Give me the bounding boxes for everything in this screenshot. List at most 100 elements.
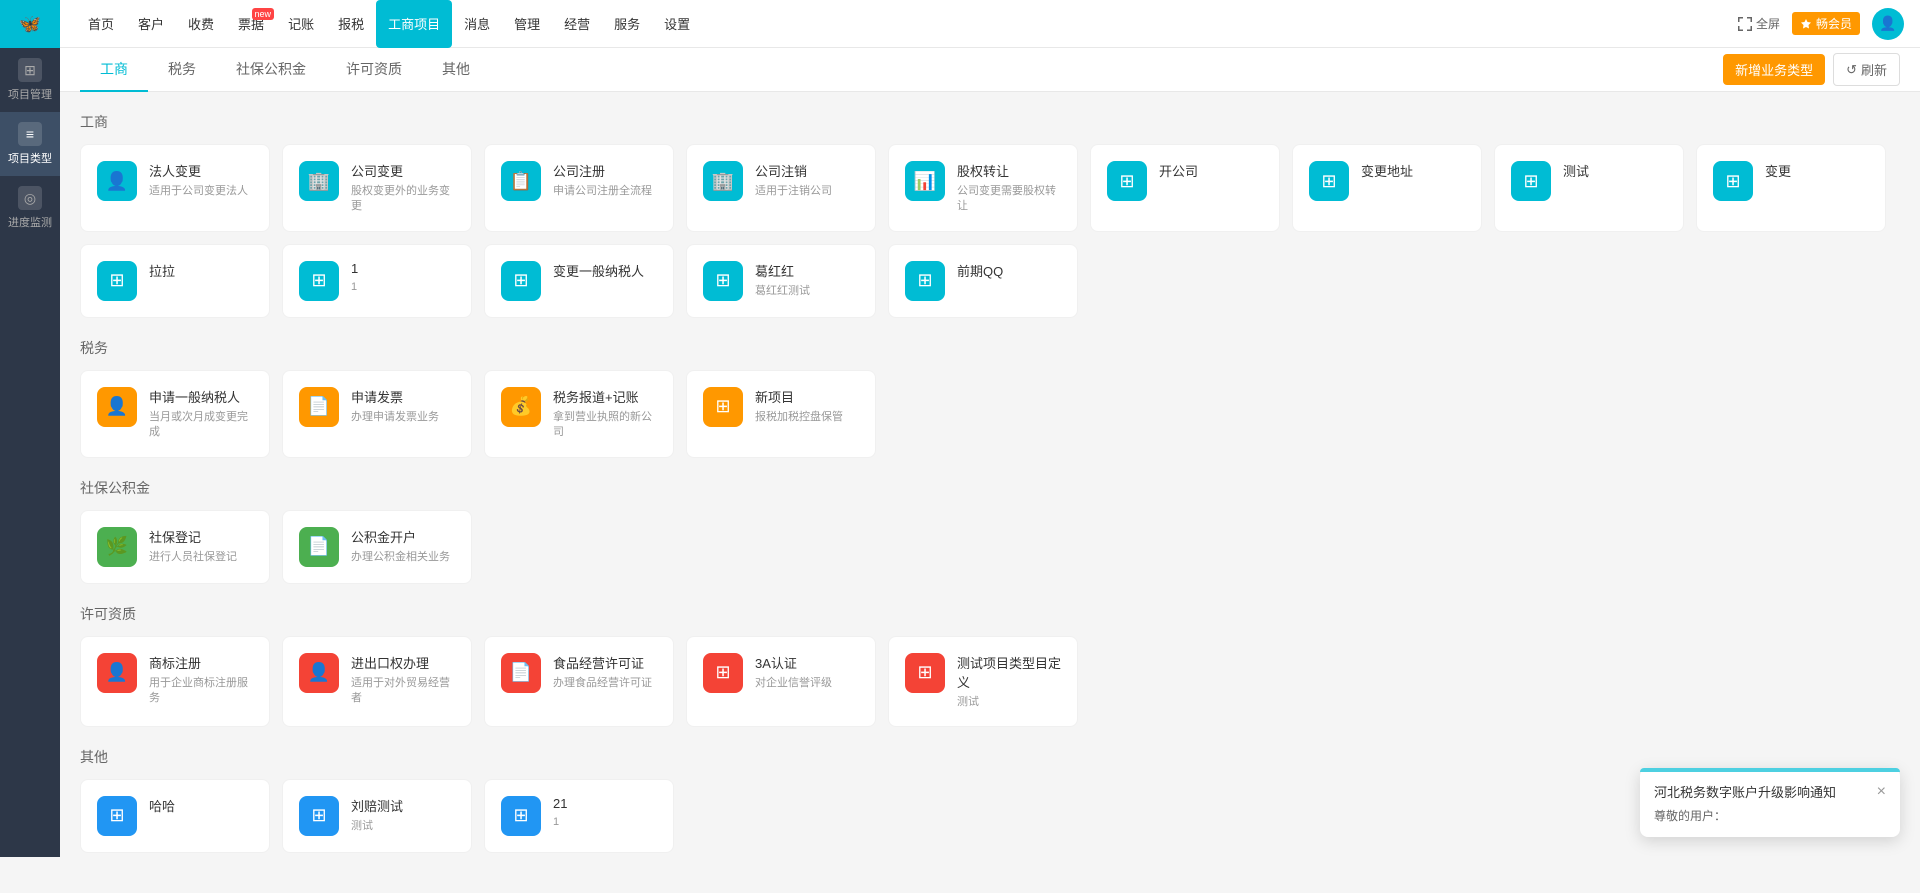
card-legal-change[interactable]: 👤 法人变更 适用于公司变更法人: [80, 144, 270, 232]
nav-settings[interactable]: 设置: [652, 0, 702, 48]
refresh-button[interactable]: ↺ 刷新: [1833, 53, 1900, 86]
subtab-industry[interactable]: 工商: [80, 48, 148, 92]
card-front-qq[interactable]: ⊞ 前期QQ: [888, 244, 1078, 318]
card-change-taxpayer-icon: ⊞: [501, 261, 541, 301]
card-company-register-content: 公司注册 申请公司注册全流程: [553, 161, 657, 199]
card-num21-icon: ⊞: [501, 796, 541, 836]
card-change-address[interactable]: ⊞ 变更地址: [1292, 144, 1482, 232]
cards-grid-social-fund: 🌿 社保登记 进行人员社保登记 📄 公积金开户 办理公积金相关业务: [80, 510, 1900, 584]
notification-popup: 河北税务数字账户升级影响通知 × 尊敬的用户：: [1640, 768, 1900, 837]
card-apply-taxpayer[interactable]: 👤 申请一般纳税人 当月或次月成变更完成: [80, 370, 270, 458]
card-food-license[interactable]: 📄 食品经营许可证 办理食品经营许可证: [484, 636, 674, 727]
card-new-project[interactable]: ⊞ 新项目 报税加税控盘保管: [686, 370, 876, 458]
refresh-label: 刷新: [1861, 60, 1887, 79]
card-lala-title: 拉拉: [149, 261, 253, 280]
nav-tax[interactable]: 报税: [326, 0, 376, 48]
card-open-company-content: 开公司: [1159, 161, 1263, 184]
card-front-qq-content: 前期QQ: [957, 261, 1061, 284]
card-tax-report[interactable]: 💰 税务报道+记账 拿到营业执照的新公司: [484, 370, 674, 458]
card-trademark-title: 商标注册: [149, 653, 253, 672]
sidebar-item-progress-monitor[interactable]: ◎ 进度监测: [0, 176, 60, 240]
card-num21[interactable]: ⊞ 21 1: [484, 779, 674, 853]
card-company-change[interactable]: 🏢 公司变更 股权变更外的业务变更: [282, 144, 472, 232]
card-trademark[interactable]: 👤 商标注册 用于企业商标注册服务: [80, 636, 270, 727]
sidebar-item-project-type[interactable]: ≡ 项目类型: [0, 112, 60, 176]
card-3a-cert[interactable]: ⊞ 3A认证 对企业信誉评级: [686, 636, 876, 727]
nav-service[interactable]: 服务: [602, 0, 652, 48]
card-change-address-icon: ⊞: [1309, 161, 1349, 201]
sub-tabs: 工商 税务 社保公积金 许可资质 其他 新增业务类型 ↺ 刷新: [60, 48, 1920, 92]
member-button[interactable]: 畅会员: [1792, 12, 1860, 35]
fullscreen-button[interactable]: 全屏: [1738, 15, 1780, 32]
card-change-address-title: 变更地址: [1361, 161, 1465, 180]
card-change-taxpayer[interactable]: ⊞ 变更一般纳税人: [484, 244, 674, 318]
nav-customer-label: 客户: [138, 14, 164, 33]
card-num1[interactable]: ⊞ 1 1: [282, 244, 472, 318]
nav-operation[interactable]: 经营: [552, 0, 602, 48]
fullscreen-label: 全屏: [1756, 15, 1780, 32]
section-other: 其他 ⊞ 哈哈 ⊞ 刘赔测试 测试 ⊞: [80, 747, 1900, 853]
card-liupei-test[interactable]: ⊞ 刘赔测试 测试: [282, 779, 472, 853]
card-social-register[interactable]: 🌿 社保登记 进行人员社保登记: [80, 510, 270, 584]
card-apply-invoice[interactable]: 📄 申请发票 办理申请发票业务: [282, 370, 472, 458]
subtab-tax[interactable]: 税务: [148, 48, 216, 92]
nav-manage[interactable]: 管理: [502, 0, 552, 48]
card-test-type-content: 测试项目类型目定义 测试: [957, 653, 1061, 710]
subtab-social-fund[interactable]: 社保公积金: [216, 48, 326, 92]
card-liupei-test-icon: ⊞: [299, 796, 339, 836]
card-change[interactable]: ⊞ 变更: [1696, 144, 1886, 232]
sub-tab-actions: 新增业务类型 ↺ 刷新: [1723, 53, 1900, 86]
card-tax-report-title: 税务报道+记账: [553, 387, 657, 406]
nav-operation-label: 经营: [564, 14, 590, 33]
avatar[interactable]: 👤: [1872, 8, 1904, 40]
card-test[interactable]: ⊞ 测试: [1494, 144, 1684, 232]
subtab-permit[interactable]: 许可资质: [326, 48, 422, 92]
card-apply-invoice-content: 申请发票 办理申请发票业务: [351, 387, 455, 425]
card-company-cancel-title: 公司注销: [755, 161, 859, 180]
card-legal-change-icon: 👤: [97, 161, 137, 201]
card-lala[interactable]: ⊞ 拉拉: [80, 244, 270, 318]
notification-close-button[interactable]: ×: [1877, 783, 1886, 801]
card-front-qq-icon: ⊞: [905, 261, 945, 301]
card-apply-taxpayer-icon: 👤: [97, 387, 137, 427]
card-company-cancel[interactable]: 🏢 公司注销 适用于注销公司: [686, 144, 876, 232]
card-fund-open-title: 公积金开户: [351, 527, 455, 546]
subtab-other[interactable]: 其他: [422, 48, 490, 92]
card-open-company[interactable]: ⊞ 开公司: [1090, 144, 1280, 232]
card-num1-content: 1 1: [351, 261, 455, 295]
section-other-title: 其他: [80, 747, 1900, 767]
nav-message[interactable]: 消息: [452, 0, 502, 48]
nav-accounting[interactable]: 记账: [276, 0, 326, 48]
card-num21-title: 21: [553, 796, 657, 811]
project-manage-icon: ⊞: [18, 58, 42, 82]
nav-billing[interactable]: 收费: [176, 0, 226, 48]
card-company-register-desc: 申请公司注册全流程: [553, 184, 657, 199]
card-change-icon: ⊞: [1713, 161, 1753, 201]
card-fund-open-desc: 办理公积金相关业务: [351, 550, 455, 565]
nav-ticket[interactable]: 票据 new: [226, 0, 276, 48]
card-fund-open[interactable]: 📄 公积金开户 办理公积金相关业务: [282, 510, 472, 584]
card-test-type[interactable]: ⊞ 测试项目类型目定义 测试: [888, 636, 1078, 727]
nav-accounting-label: 记账: [288, 14, 314, 33]
card-equity-transfer[interactable]: 📊 股权转让 公司变更需要股权转让: [888, 144, 1078, 232]
nav-customer[interactable]: 客户: [126, 0, 176, 48]
sidebar-item-label: 进度监测: [8, 214, 52, 230]
nav-home[interactable]: 首页: [76, 0, 126, 48]
new-type-button[interactable]: 新增业务类型: [1723, 54, 1825, 85]
member-icon: [1800, 18, 1812, 30]
fullscreen-icon: [1738, 17, 1752, 31]
section-industry: 工商 👤 法人变更 适用于公司变更法人 🏢 公司变更 股权变更外的业务变更: [80, 112, 1900, 318]
card-haha[interactable]: ⊞ 哈哈: [80, 779, 270, 853]
nav-industry[interactable]: 工商项目: [376, 0, 452, 48]
card-company-change-desc: 股权变更外的业务变更: [351, 184, 455, 215]
card-gehonghong[interactable]: ⊞ 葛红红 葛红红测试: [686, 244, 876, 318]
card-company-cancel-desc: 适用于注销公司: [755, 184, 859, 199]
top-nav-right: 全屏 畅会员 👤: [1738, 8, 1904, 40]
card-gehonghong-title: 葛红红: [755, 261, 859, 280]
sidebar-item-project-manage[interactable]: ⊞ 项目管理: [0, 48, 60, 112]
card-import-export[interactable]: 👤 进出口权办理 适用于对外贸易经营者: [282, 636, 472, 727]
card-company-register[interactable]: 📋 公司注册 申请公司注册全流程: [484, 144, 674, 232]
card-3a-cert-content: 3A认证 对企业信誉评级: [755, 653, 859, 691]
card-apply-invoice-icon: 📄: [299, 387, 339, 427]
subtab-tax-label: 税务: [168, 59, 196, 79]
